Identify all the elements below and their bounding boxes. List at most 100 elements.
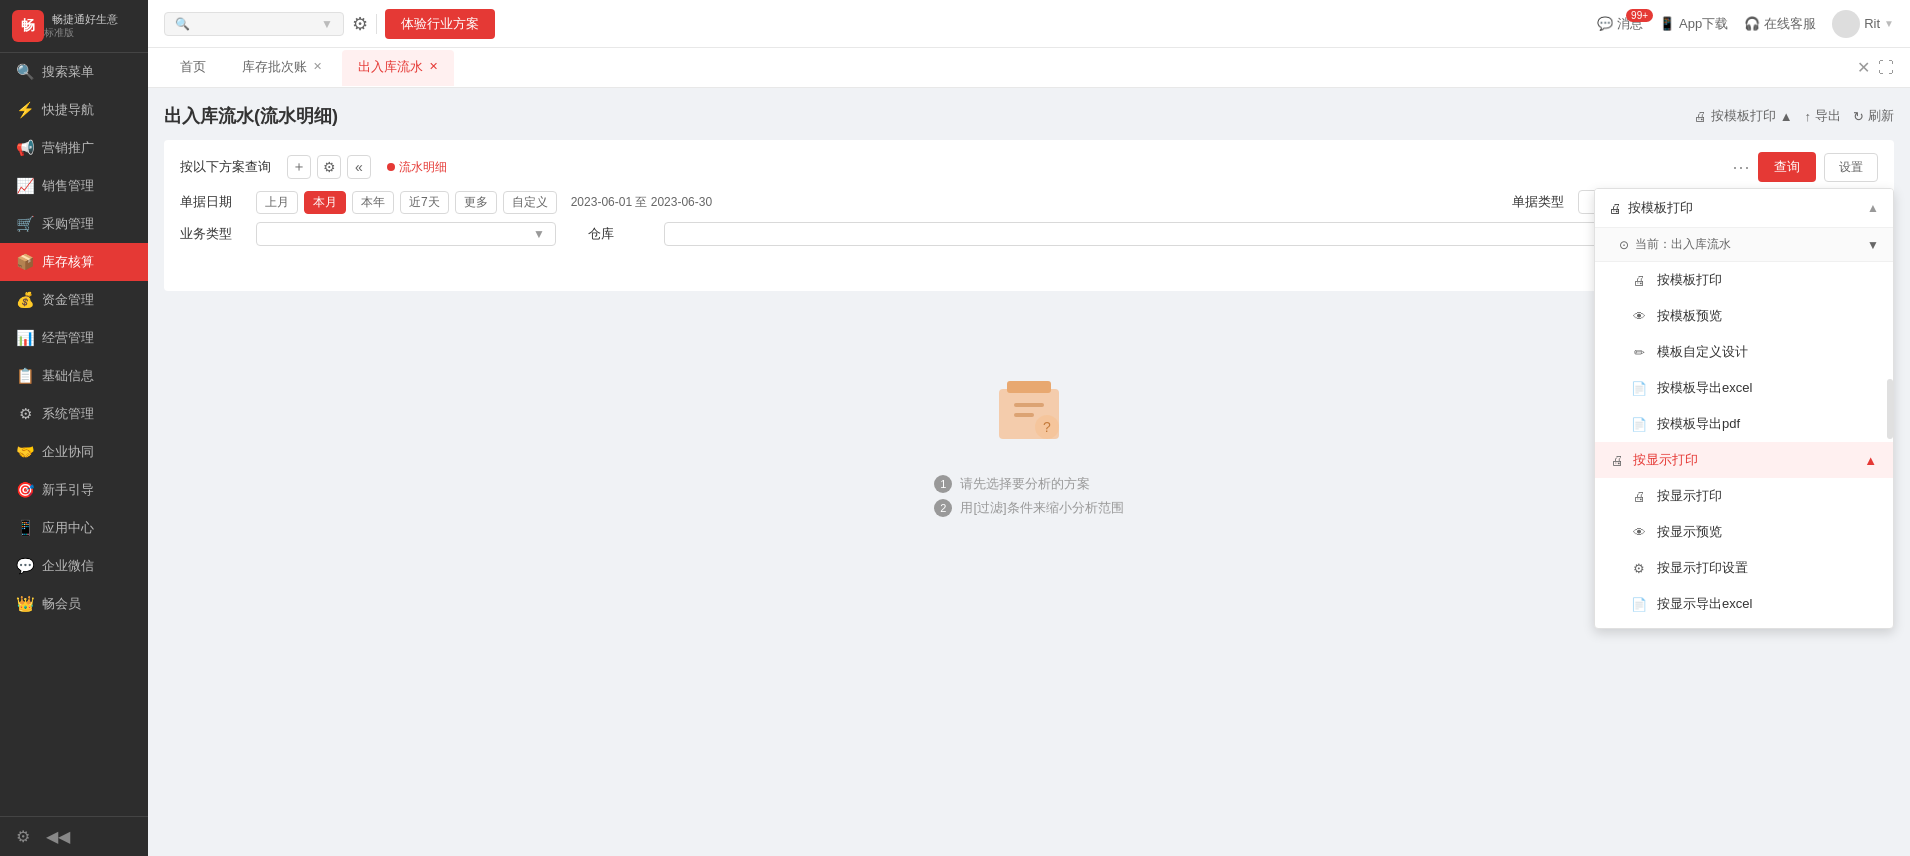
- dropdown-template-print-label: 按模板打印: [1657, 271, 1722, 289]
- sidebar-item-label: 系统管理: [42, 405, 94, 423]
- window-close-button[interactable]: ✕: [1857, 58, 1870, 77]
- sidebar-item-search[interactable]: 🔍 搜索菜单: [0, 53, 148, 91]
- date-btn-this-year[interactable]: 本年: [352, 191, 394, 214]
- printer-icon: 🖨: [1631, 272, 1647, 288]
- sidebar-item-basic[interactable]: 📋 基础信息: [0, 357, 148, 395]
- content-area: 出入库流水(流水明细) 🖨 按模板打印 ▲ ↑ 导出 ↻ 刷新: [148, 88, 1910, 856]
- sidebar-item-operation[interactable]: 📊 经营管理: [0, 319, 148, 357]
- sidebar-item-shortcut[interactable]: ⚡ 快捷导航: [0, 91, 148, 129]
- step-text-1: 请先选择要分析的方案: [960, 475, 1090, 493]
- svg-text:?: ?: [1043, 419, 1051, 435]
- tab-flow-close[interactable]: ✕: [429, 60, 438, 73]
- sidebar-item-purchase[interactable]: 🛒 采购管理: [0, 205, 148, 243]
- settings-button[interactable]: 设置: [1824, 153, 1878, 182]
- date-btn-this-month[interactable]: 本月: [304, 191, 346, 214]
- finance-icon: 💰: [16, 291, 34, 309]
- main-area: 🔍 ▼ ⚙ 体验行业方案 💬 消息 99+ 📱 App下载 🎧 在线客服 R: [148, 0, 1910, 856]
- settings-gear-icon[interactable]: ⚙: [352, 13, 368, 35]
- sidebar-menu: 🔍 搜索菜单 ⚡ 快捷导航 📢 营销推广 📈 销售管理 🛒 采购管理 📦 库存核…: [0, 53, 148, 816]
- user-avatar-area[interactable]: Rit ▼: [1832, 10, 1894, 38]
- sidebar-item-finance[interactable]: 💰 资金管理: [0, 281, 148, 319]
- sidebar-item-member[interactable]: 👑 畅会员: [0, 585, 148, 623]
- svg-rect-3: [1014, 413, 1034, 417]
- settings-filter-button[interactable]: ⚙: [317, 155, 341, 179]
- collapse-filter-button[interactable]: «: [347, 155, 371, 179]
- topbar-search-box[interactable]: 🔍 ▼: [164, 12, 344, 36]
- topbar-right: 💬 消息 99+ 📱 App下载 🎧 在线客服 Rit ▼: [1597, 10, 1894, 38]
- dropdown-template-print[interactable]: 🖨 按模板打印: [1595, 262, 1893, 298]
- dropdown-template-excel-label: 按模板导出excel: [1657, 379, 1752, 397]
- sidebar-item-wechat[interactable]: 💬 企业微信: [0, 547, 148, 585]
- current-label: 当前：出入库流水: [1635, 236, 1731, 253]
- sidebar-item-system[interactable]: ⚙ 系统管理: [0, 395, 148, 433]
- sidebar-item-guide[interactable]: 🎯 新手引导: [0, 471, 148, 509]
- operation-icon: 📊: [16, 329, 34, 347]
- sidebar-item-inventory[interactable]: 📦 库存核算: [0, 243, 148, 281]
- service-button[interactable]: 🎧 在线客服: [1744, 15, 1816, 33]
- sidebar-item-label: 企业协同: [42, 443, 94, 461]
- dropdown-display-preview[interactable]: 👁 按显示预览: [1595, 514, 1893, 550]
- dropdown-display-print-settings[interactable]: ⚙ 按显示打印设置: [1595, 550, 1893, 586]
- dropdown-template-export-pdf[interactable]: 📄 按模板导出pdf: [1595, 406, 1893, 442]
- dropdown-template-pdf-label: 按模板导出pdf: [1657, 415, 1740, 433]
- collapse-icon[interactable]: ◀◀: [46, 827, 70, 846]
- dropdown-display-print-section[interactable]: 🖨 按显示打印 ▲: [1595, 442, 1893, 478]
- tab-flow-label: 出入库流水: [358, 58, 423, 76]
- date-label: 单据日期: [180, 193, 240, 211]
- date-filters: 上月 本月 本年 近7天 更多 自定义 2023-06-01 至 2023-06…: [256, 191, 1496, 214]
- trial-button[interactable]: 体验行业方案: [385, 9, 495, 39]
- business-type-select[interactable]: ▼: [256, 222, 556, 246]
- date-btn-custom[interactable]: 自定义: [503, 191, 557, 214]
- tab-batch[interactable]: 库存批次账 ✕: [226, 50, 338, 86]
- enterprise-icon: 🤝: [16, 443, 34, 461]
- sidebar-item-enterprise[interactable]: 🤝 企业协同: [0, 433, 148, 471]
- tab-flow[interactable]: 出入库流水 ✕: [342, 50, 454, 86]
- add-filter-button[interactable]: ＋: [287, 155, 311, 179]
- dropdown-template-customize-label: 模板自定义设计: [1657, 343, 1748, 361]
- tab-home[interactable]: 首页: [164, 50, 222, 86]
- settings-icon[interactable]: ⚙: [16, 827, 30, 846]
- sidebar-item-marketing[interactable]: 📢 营销推广: [0, 129, 148, 167]
- empty-step-2: 2 用[过滤]条件来缩小分析范围: [934, 499, 1123, 517]
- dropdown-display-print[interactable]: 🖨 按显示打印: [1595, 478, 1893, 514]
- dropdown-display-preview-label: 按显示预览: [1657, 523, 1722, 541]
- date-btn-recent7[interactable]: 近7天: [400, 191, 449, 214]
- window-expand-button[interactable]: ⛶: [1878, 59, 1894, 77]
- dropdown-template-customize[interactable]: ✏ 模板自定义设计: [1595, 334, 1893, 370]
- template-print-label: 按模板打印: [1711, 107, 1776, 125]
- query-button[interactable]: 查询: [1758, 152, 1816, 182]
- app-label: App下载: [1679, 15, 1728, 33]
- app-download-button[interactable]: 📱 App下载: [1659, 15, 1728, 33]
- business-type-label: 业务类型: [180, 225, 240, 243]
- refresh-button[interactable]: ↻ 刷新: [1853, 107, 1894, 125]
- submenu-tag-item[interactable]: 流水明细: [387, 159, 447, 176]
- dropdown-display-export-pdf[interactable]: 📄 按显示导出pdf: [1595, 622, 1893, 628]
- dropdown-collapse-arrow[interactable]: ▲: [1867, 201, 1879, 215]
- settings-icon: ⚙: [1631, 560, 1647, 576]
- dropdown-template-preview-label: 按模板预览: [1657, 307, 1722, 325]
- sidebar-item-label: 资金管理: [42, 291, 94, 309]
- date-btn-more[interactable]: 更多: [455, 191, 497, 214]
- template-print-button[interactable]: 🖨 按模板打印 ▲: [1694, 107, 1793, 125]
- page-header: 出入库流水(流水明细) 🖨 按模板打印 ▲ ↑ 导出 ↻ 刷新: [164, 104, 1894, 128]
- export-label: 导出: [1815, 107, 1841, 125]
- submenu-filter: 流水明细: [387, 153, 447, 182]
- submenu-tag-label: 流水明细: [399, 159, 447, 176]
- date-btn-last-month[interactable]: 上月: [256, 191, 298, 214]
- sidebar-item-appstore[interactable]: 📱 应用中心: [0, 509, 148, 547]
- dropdown-display-export-excel[interactable]: 📄 按显示导出excel: [1595, 586, 1893, 622]
- message-icon: 💬: [1597, 16, 1613, 31]
- dropdown-template-preview[interactable]: 👁 按模板预览: [1595, 298, 1893, 334]
- sidebar-item-label: 库存核算: [42, 253, 94, 271]
- sidebar-item-label: 基础信息: [42, 367, 94, 385]
- tab-batch-label: 库存批次账: [242, 58, 307, 76]
- sidebar-item-sales[interactable]: 📈 销售管理: [0, 167, 148, 205]
- tab-batch-close[interactable]: ✕: [313, 60, 322, 73]
- more-options-icon[interactable]: ⋯: [1732, 156, 1750, 178]
- pdf-icon: 📄: [1631, 416, 1647, 432]
- chevron-up-icon: ▲: [1780, 109, 1793, 124]
- dropdown-template-export-excel[interactable]: 📄 按模板导出excel: [1595, 370, 1893, 406]
- export-button[interactable]: ↑ 导出: [1805, 107, 1842, 125]
- message-button[interactable]: 💬 消息 99+: [1597, 15, 1643, 33]
- sidebar-footer: ⚙ ◀◀: [0, 816, 148, 856]
